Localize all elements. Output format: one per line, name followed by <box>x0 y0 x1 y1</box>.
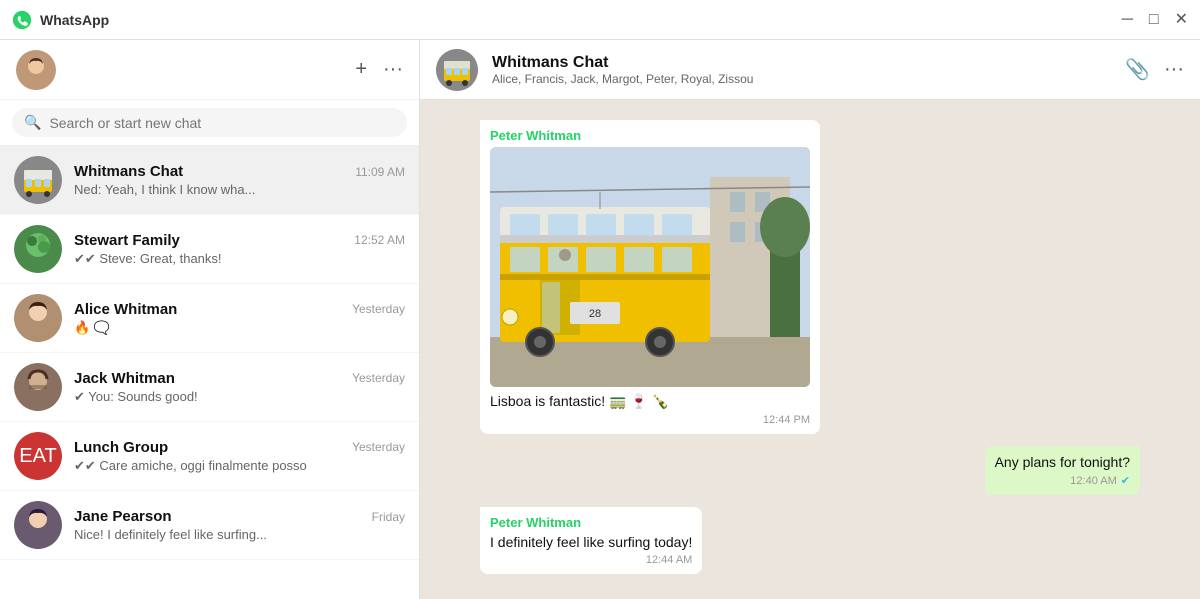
chat-avatar <box>436 49 478 91</box>
chat-time: Yesterday <box>352 302 405 316</box>
chat-preview: ✔✔ Steve: Great, thanks! <box>74 251 405 267</box>
sidebar-header: + ··· <box>0 40 419 100</box>
svg-text:28: 28 <box>589 308 601 320</box>
maximize-button[interactable]: □ <box>1149 12 1159 28</box>
message-bubble-msg1: Peter Whitman <box>480 120 820 434</box>
app-title: WhatsApp <box>40 12 109 28</box>
chat-avatar-alice <box>14 294 62 342</box>
chat-time: 11:09 AM <box>355 165 405 179</box>
chat-item-jane[interactable]: Jane Pearson Friday Nice! I definitely f… <box>0 491 419 560</box>
message-tick: ✔ <box>1121 474 1130 487</box>
chat-time: Yesterday <box>352 371 405 385</box>
chat-time: 12:52 AM <box>354 233 405 247</box>
chat-info-jane: Jane Pearson Friday Nice! I definitely f… <box>74 508 405 542</box>
chat-item-lunch[interactable]: EAT Lunch Group Yesterday ✔✔ Care amiche… <box>0 422 419 491</box>
chat-name: Jane Pearson <box>74 508 172 525</box>
titlebar: WhatsApp ─ □ ✕ <box>0 0 1200 40</box>
chat-header: Whitmans Chat Alice, Francis, Jack, Marg… <box>420 40 1200 100</box>
message-time: 12:40 AM <box>1070 475 1116 487</box>
titlebar-left: WhatsApp <box>12 10 109 30</box>
message-meta: 12:44 AM <box>490 554 692 566</box>
chat-time: Friday <box>372 510 405 524</box>
chat-info-lunch: Lunch Group Yesterday ✔✔ Care amiche, og… <box>74 439 405 474</box>
chat-menu-button[interactable]: ··· <box>1164 58 1184 81</box>
attach-button[interactable]: 📎 <box>1125 57 1150 82</box>
message-wrap-msg2: Any plans for tonight? 12:40 AM ✔ <box>480 446 1140 495</box>
search-icon: 🔍 <box>24 114 41 131</box>
message-bubble-msg3: Peter Whitman I definitely feel like sur… <box>480 507 702 574</box>
chat-avatar-whitmans <box>14 156 62 204</box>
message-time: 12:44 PM <box>763 414 810 426</box>
chat-name: Jack Whitman <box>74 370 175 387</box>
close-button[interactable]: ✕ <box>1175 12 1188 28</box>
svg-text:EAT: EAT <box>19 445 56 467</box>
chat-item-whitmans[interactable]: Whitmans Chat 11:09 AM Ned: Yeah, I thin… <box>0 146 419 215</box>
chat-item-jack[interactable]: Jack Whitman Yesterday ✔ You: Sounds goo… <box>0 353 419 422</box>
message-text: Lisboa is fantastic! 🚃 🍷 🍾 <box>490 393 810 410</box>
chat-name: Lunch Group <box>74 439 168 456</box>
message-text: I definitely feel like surfing today! <box>490 534 692 550</box>
message-wrap-msg3: Peter Whitman I definitely feel like sur… <box>480 507 1140 574</box>
chat-avatar-jane <box>14 501 62 549</box>
search-input[interactable] <box>49 115 395 131</box>
chat-name-row: Stewart Family 12:52 AM <box>74 232 405 249</box>
chat-preview: ✔ You: Sounds good! <box>74 389 405 405</box>
chat-info-whitmans: Whitmans Chat 11:09 AM Ned: Yeah, I thin… <box>74 163 405 197</box>
chat-preview: ✔✔ Care amiche, oggi finalmente posso <box>74 458 405 474</box>
chat-name: Whitmans Chat <box>74 163 183 180</box>
search-bar: 🔍 <box>0 100 419 146</box>
user-avatar[interactable] <box>16 50 56 90</box>
chat-avatar-jack <box>14 363 62 411</box>
chat-avatar-stewart <box>14 225 62 273</box>
sidebar-menu-button[interactable]: ··· <box>383 58 403 81</box>
message-bubble-msg2: Any plans for tonight? 12:40 AM ✔ <box>985 446 1140 495</box>
chat-name-row: Jane Pearson Friday <box>74 508 405 525</box>
chat-header-icons: 📎 ··· <box>1125 57 1184 82</box>
message-meta: 12:40 AM ✔ <box>995 474 1130 487</box>
chat-header-members: Alice, Francis, Jack, Margot, Peter, Roy… <box>492 72 1111 86</box>
chat-item-stewart[interactable]: Stewart Family 12:52 AM ✔✔ Steve: Great,… <box>0 215 419 284</box>
chat-time: Yesterday <box>352 440 405 454</box>
chat-name-row: Whitmans Chat 11:09 AM <box>74 163 405 180</box>
chat-info-alice: Alice Whitman Yesterday 🔥 🗨️ <box>74 301 405 336</box>
message-image: 28 <box>490 147 810 387</box>
whatsapp-logo-icon <box>12 10 32 30</box>
main-area: + ··· 🔍 Whitmans Chat 11:09 AM Ned: Yeah… <box>0 40 1200 599</box>
chat-name-row: Lunch Group Yesterday <box>74 439 405 456</box>
chat-header-info: Whitmans Chat Alice, Francis, Jack, Marg… <box>492 54 1111 86</box>
chat-info-jack: Jack Whitman Yesterday ✔ You: Sounds goo… <box>74 370 405 405</box>
message-wrap-msg1: Peter Whitman <box>480 120 1140 434</box>
chat-info-stewart: Stewart Family 12:52 AM ✔✔ Steve: Great,… <box>74 232 405 267</box>
new-chat-button[interactable]: + <box>355 58 367 81</box>
sidebar: + ··· 🔍 Whitmans Chat 11:09 AM Ned: Yeah… <box>0 40 420 599</box>
sender-name: Peter Whitman <box>490 128 810 143</box>
message-time: 12:44 AM <box>646 554 692 566</box>
chat-panel: Whitmans Chat Alice, Francis, Jack, Marg… <box>420 40 1200 599</box>
sender-name: Peter Whitman <box>490 515 692 530</box>
messages-area: Peter Whitman <box>420 100 1200 599</box>
chat-avatar-lunch: EAT <box>14 432 62 480</box>
message-text: Any plans for tonight? <box>995 454 1130 470</box>
chat-preview: Ned: Yeah, I think I know wha... <box>74 182 405 197</box>
search-wrap: 🔍 <box>12 108 407 137</box>
chat-name-row: Jack Whitman Yesterday <box>74 370 405 387</box>
sidebar-icons: + ··· <box>355 58 403 81</box>
chat-name: Alice Whitman <box>74 301 177 318</box>
minimize-button[interactable]: ─ <box>1122 12 1133 28</box>
chat-name: Stewart Family <box>74 232 180 249</box>
titlebar-controls: ─ □ ✕ <box>1122 12 1188 28</box>
chat-list: Whitmans Chat 11:09 AM Ned: Yeah, I thin… <box>0 146 419 599</box>
chat-preview: 🔥 🗨️ <box>74 320 405 336</box>
chat-item-alice[interactable]: Alice Whitman Yesterday 🔥 🗨️ <box>0 284 419 353</box>
chat-preview: Nice! I definitely feel like surfing... <box>74 527 405 542</box>
message-meta: 12:44 PM <box>490 414 810 426</box>
chat-header-name: Whitmans Chat <box>492 54 1111 72</box>
chat-name-row: Alice Whitman Yesterday <box>74 301 405 318</box>
